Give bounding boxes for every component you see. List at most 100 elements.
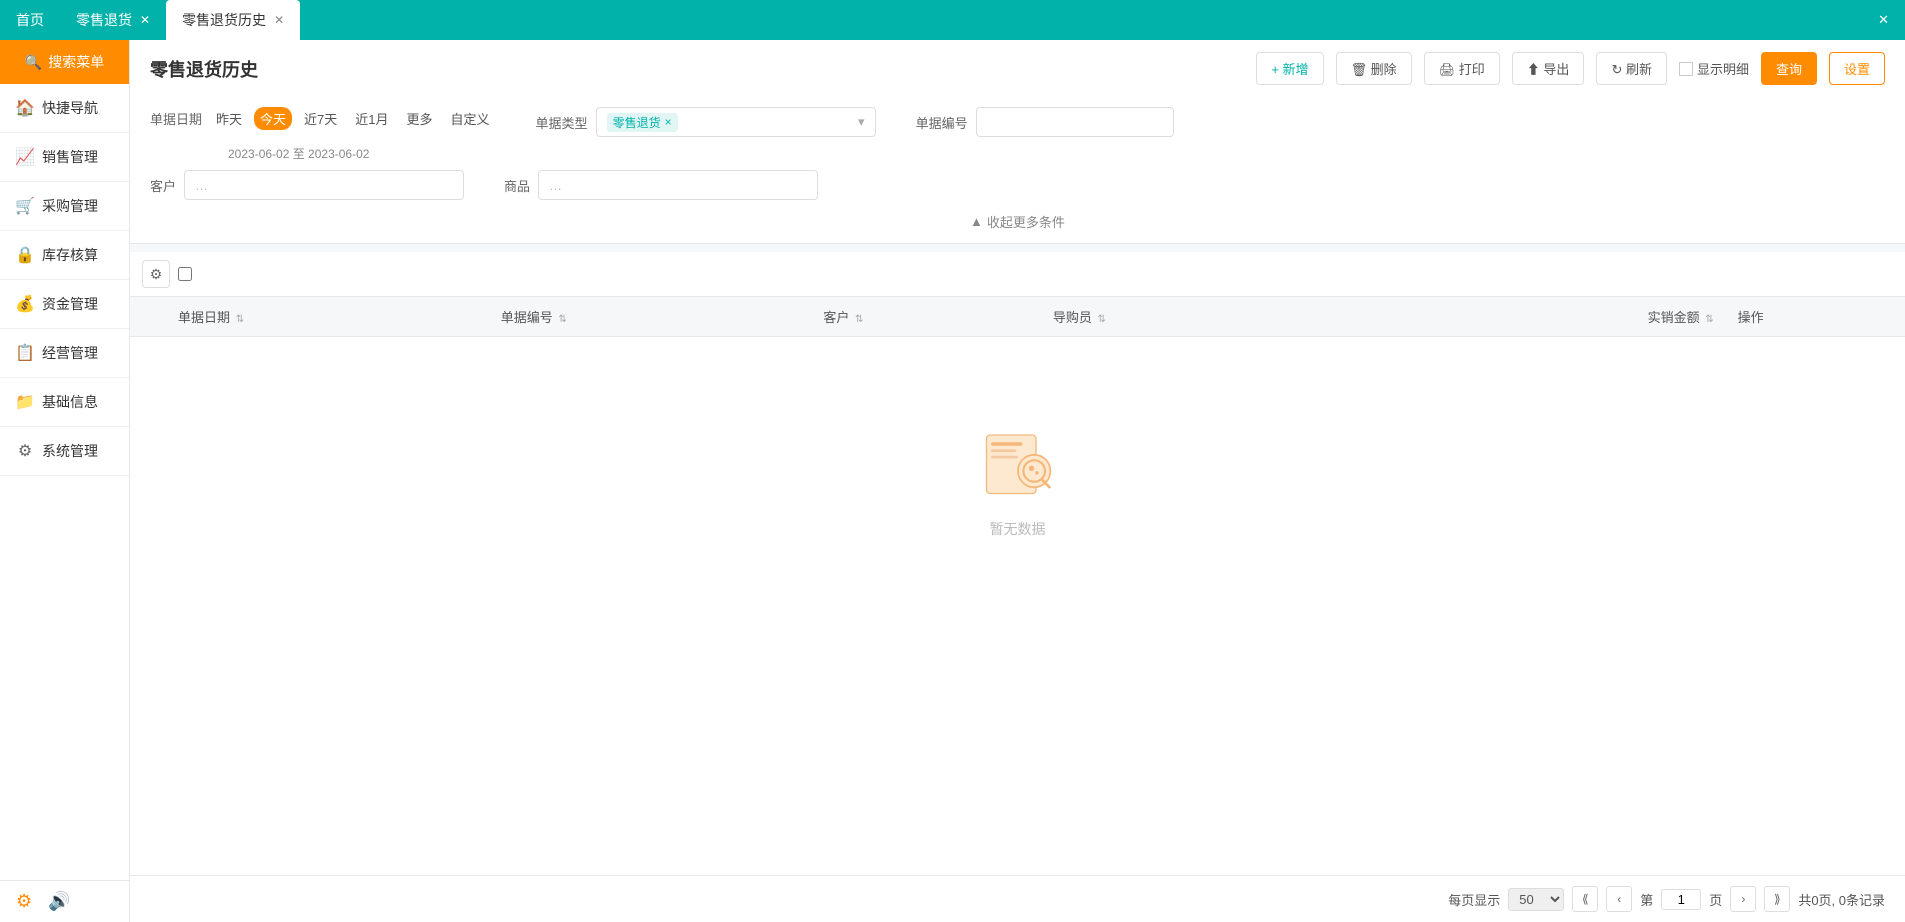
voucher-type-remove-icon[interactable]: × <box>665 115 672 129</box>
page-header: 零售退货历史 + 新增 🗑 删除 🖨 打印 ⬆ 导出 ↻ 刷新 显示明细 查询 … <box>130 40 1905 244</box>
date-filter-label: 单据日期 <box>150 109 202 128</box>
th-no-sort-icon: ⇅ <box>558 314 566 325</box>
date-option-1month[interactable]: 近1月 <box>349 107 394 130</box>
tab-retail-return-history-label: 零售退货历史 <box>182 10 266 30</box>
filter-area: 单据日期 昨天 今天 近7天 近1月 更多 自定义 单据类型 <box>150 97 1885 243</box>
th-customer-label: 客户 <box>823 310 849 325</box>
finance-icon: 💰 <box>16 295 34 313</box>
goods-filter-label: 商品 <box>504 176 530 195</box>
pagination-prev-button[interactable]: ‹ <box>1606 886 1632 912</box>
sidebar-item-quick-nav[interactable]: 🏠 快捷导航 <box>0 84 129 133</box>
date-option-7days[interactable]: 近7天 <box>298 107 343 130</box>
voucher-no-input[interactable] <box>976 107 1174 137</box>
tab-home[interactable]: 首页 <box>0 0 60 40</box>
sidebar: 🔍 搜索菜单 🏠 快捷导航 📈 销售管理 🛒 采购管理 🔒 库存核算 💰 资金管… <box>0 40 130 922</box>
close-retail-return-icon[interactable]: ✕ <box>140 13 150 27</box>
sidebar-item-finance[interactable]: 💰 资金管理 <box>0 280 129 329</box>
delete-button[interactable]: 🗑 删除 <box>1336 52 1412 85</box>
voucher-type-tag: 零售退货 × <box>607 113 678 132</box>
sidebar-item-sales-mgmt[interactable]: 📈 销售管理 <box>0 133 129 182</box>
sidebar-search[interactable]: 🔍 搜索菜单 <box>0 40 129 84</box>
th-customer[interactable]: 客户 ⇅ <box>811 297 1041 337</box>
sidebar-item-system-label: 系统管理 <box>42 441 98 461</box>
setting-button[interactable]: 设置 <box>1829 52 1885 85</box>
sidebar-bottom: ⚙ 🔊 <box>0 880 129 922</box>
sidebar-item-purchase-mgmt-label: 采购管理 <box>42 196 98 216</box>
th-amount-sort-icon: ⇅ <box>1705 314 1713 325</box>
goods-filter: 商品 … <box>504 170 818 200</box>
date-option-more[interactable]: 更多 <box>401 107 439 130</box>
show-detail-checkbox-label[interactable]: 显示明细 <box>1679 59 1749 78</box>
table-settings-button[interactable]: ⚙ <box>142 260 170 288</box>
collapse-button[interactable]: ▲ 收起更多条件 <box>958 208 1077 235</box>
th-guide[interactable]: 导购员 ⇅ <box>1041 297 1317 337</box>
table-body: 暂无数据 <box>130 337 1905 580</box>
collapse-arrow-icon: ▲ <box>970 214 983 229</box>
tab-retail-return-history[interactable]: 零售退货历史 ✕ <box>166 0 300 40</box>
th-no-label: 单据编号 <box>501 310 553 325</box>
sidebar-search-label: 搜索菜单 <box>48 52 104 72</box>
sales-icon: 📈 <box>16 148 34 166</box>
customer-filter: 客户 … <box>150 170 464 200</box>
tab-retail-return[interactable]: 零售退货 ✕ <box>60 0 166 40</box>
purchase-icon: 🛒 <box>16 197 34 215</box>
date-option-custom[interactable]: 自定义 <box>445 107 496 130</box>
voucher-no-filter: 单据编号 <box>916 107 1174 137</box>
voucher-type-arrow-icon: ▾ <box>858 114 865 130</box>
date-option-yesterday[interactable]: 昨天 <box>210 107 248 130</box>
pagination-bar: 每页显示 50 10 20 100 ⟪ ‹ 第 页 › ⟫ 共0页, 0条记录 <box>130 875 1905 922</box>
per-page-select[interactable]: 50 10 20 100 <box>1508 888 1564 911</box>
customer-placeholder: … <box>195 178 208 193</box>
customer-filter-label: 客户 <box>150 176 176 195</box>
customer-select[interactable]: … <box>184 170 464 200</box>
print-button[interactable]: 🖨 打印 <box>1424 52 1500 85</box>
pagination-next-button[interactable]: › <box>1730 886 1756 912</box>
th-amount-label: 实销金额 <box>1648 310 1700 325</box>
date-option-today[interactable]: 今天 <box>254 107 292 130</box>
page-title: 零售退货历史 <box>150 56 1256 82</box>
sidebar-item-purchase-mgmt[interactable]: 🛒 采购管理 <box>0 182 129 231</box>
table-toolbar: ⚙ <box>130 252 1905 297</box>
date-filter: 单据日期 昨天 今天 近7天 近1月 更多 自定义 <box>150 107 496 130</box>
page-input[interactable] <box>1661 889 1701 910</box>
voucher-type-label: 单据类型 <box>536 113 588 132</box>
show-detail-checkbox[interactable] <box>1679 62 1693 76</box>
th-no[interactable]: 单据编号 ⇅ <box>489 297 812 337</box>
sidebar-item-system[interactable]: ⚙ 系统管理 <box>0 427 129 476</box>
voucher-type-select[interactable]: 零售退货 × ▾ <box>596 107 876 137</box>
operations-icon: 📋 <box>16 344 34 362</box>
query-button[interactable]: 查询 <box>1761 52 1817 85</box>
home-icon: 🏠 <box>16 99 34 117</box>
sidebar-item-operations[interactable]: 📋 经营管理 <box>0 329 129 378</box>
goods-select[interactable]: … <box>538 170 818 200</box>
page-label: 第 <box>1640 890 1653 909</box>
refresh-button[interactable]: ↻ 刷新 <box>1596 52 1667 85</box>
select-all-checkbox[interactable] <box>178 267 192 281</box>
main-layout: 🔍 搜索菜单 🏠 快捷导航 📈 销售管理 🛒 采购管理 🔒 库存核算 💰 资金管… <box>0 40 1905 922</box>
sidebar-item-basic-info[interactable]: 📁 基础信息 <box>0 378 129 427</box>
audio-icon[interactable]: 🔊 <box>48 891 70 912</box>
empty-state-text: 暂无数据 <box>990 519 1046 539</box>
sidebar-item-inventory[interactable]: 🔒 库存核算 <box>0 231 129 280</box>
export-button[interactable]: ⬆ 导出 <box>1512 52 1585 85</box>
table-section: ⚙ 单据日期 ⇅ 单据编号 ⇅ <box>130 252 1905 875</box>
th-date[interactable]: 单据日期 ⇅ <box>166 297 489 337</box>
th-guide-sort-icon: ⇅ <box>1098 314 1106 325</box>
total-info: 共0页, 0条记录 <box>1798 890 1885 909</box>
filter-group-1: 单据日期 昨天 今天 近7天 近1月 更多 自定义 单据类型 <box>150 107 1885 137</box>
empty-state: 暂无数据 <box>130 337 1905 579</box>
date-range-text: 2023-06-02 至 2023-06-02 <box>228 147 369 161</box>
header-actions: + 新增 🗑 删除 🖨 打印 ⬆ 导出 ↻ 刷新 显示明细 查询 设置 <box>1256 52 1885 85</box>
th-action: 操作 <box>1726 297 1905 337</box>
topbar-close[interactable]: ✕ <box>1878 12 1905 28</box>
settings-icon[interactable]: ⚙ <box>16 891 32 912</box>
new-button[interactable]: + 新增 <box>1256 52 1323 85</box>
close-retail-return-history-icon[interactable]: ✕ <box>274 13 284 27</box>
th-amount[interactable]: 实销金额 ⇅ <box>1403 297 1726 337</box>
pagination-first-button[interactable]: ⟪ <box>1572 886 1598 912</box>
th-guide-label: 导购员 <box>1053 310 1092 325</box>
filter-group-2: 客户 … 商品 … <box>150 170 1885 200</box>
pagination-last-button[interactable]: ⟫ <box>1764 886 1790 912</box>
per-page-label: 每页显示 <box>1448 890 1500 909</box>
page-suffix: 页 <box>1709 890 1722 909</box>
